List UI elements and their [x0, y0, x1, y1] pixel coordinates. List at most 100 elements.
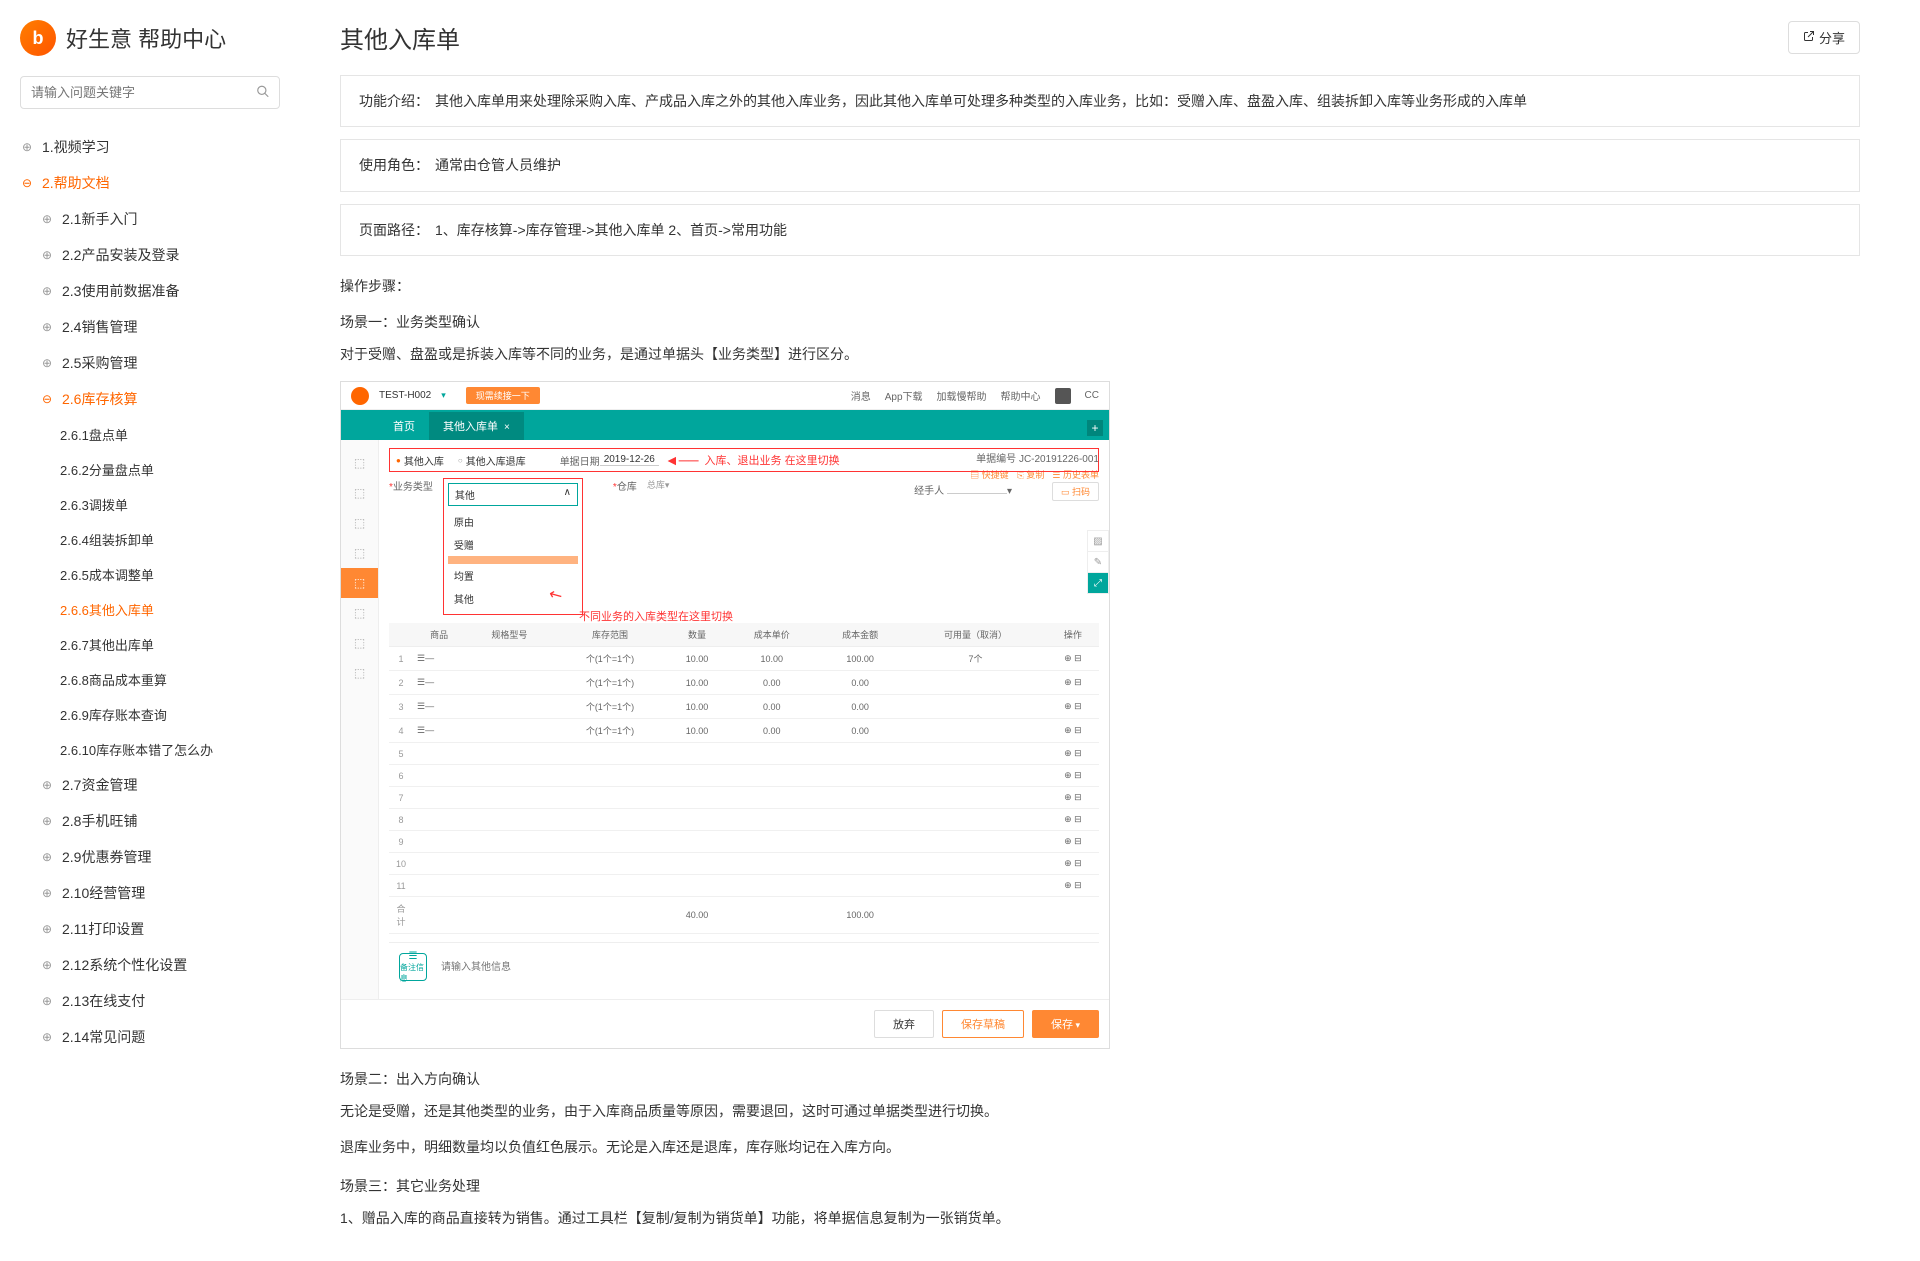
radio-out: 其他入库退库 — [458, 453, 526, 468]
nav-item[interactable]: ⊕2.11打印设置 — [20, 911, 280, 947]
plus-circle-icon: ⊕ — [40, 778, 54, 792]
chevron-down-icon: ▾ — [441, 390, 446, 401]
nav-item[interactable]: 2.6.7其他出库单 — [20, 627, 280, 662]
nav-label: 2.6.6其他入库单 — [60, 600, 154, 619]
content-section: 操作步骤： 场景一：业务类型确认 对于受赠、盘盈或是拆装入库等不同的业务，是通过… — [340, 276, 1860, 1231]
tool-icon-3: ⤢ — [1087, 572, 1109, 594]
share-icon — [1803, 30, 1815, 45]
table-header: 库存范围 — [554, 623, 667, 647]
scene2-p1: 无论是受赠，还是其他类型的业务，由于入库商品质量等原因，需要退回，这时可通过单据… — [340, 1099, 1860, 1124]
dropdown-option: 原由 — [448, 510, 578, 533]
nav-label: 1.视频学习 — [42, 137, 110, 157]
table-header: 数量 — [666, 623, 727, 647]
plus-circle-icon: ⊕ — [40, 284, 54, 298]
search-icon[interactable] — [256, 84, 270, 101]
scan-btn: ▭ 扫码 — [1052, 482, 1099, 501]
nav-item[interactable]: ⊕2.2产品安装及登录 — [20, 237, 280, 273]
nav-item[interactable]: 2.6.2分量盘点单 — [20, 452, 280, 487]
info-label: 功能介绍： — [359, 93, 429, 109]
nav-item[interactable]: 2.6.8商品成本重算 — [20, 662, 280, 697]
nav-item[interactable]: ⊖2.6库存核算 — [20, 381, 280, 417]
search-box — [20, 76, 280, 109]
ss-left-nav: ⬚ ⬚ ⬚ ⬚ ⬚ ⬚ ⬚ ⬚ — [341, 440, 379, 999]
plus-circle-icon: ⊕ — [40, 212, 54, 226]
brand-row: b 好生意 帮助中心 — [20, 20, 280, 56]
info-box: 使用角色：通常由仓管人员维护 — [340, 139, 1860, 191]
search-input[interactable] — [20, 76, 280, 109]
nav-item[interactable]: ⊕2.8手机旺铺 — [20, 803, 280, 839]
nav-item[interactable]: 2.6.4组装拆卸单 — [20, 522, 280, 557]
title-row: 其他入库单 分享 — [340, 20, 1860, 55]
avatar-icon — [1055, 388, 1071, 404]
table-row: 11⊕ ⊟ — [389, 875, 1099, 897]
nav-icon-4: ⬚ — [341, 538, 378, 568]
ss-annotation-1: 入库、退出业务 在这里切换 — [705, 452, 840, 468]
nav-label: 2.9优惠券管理 — [62, 847, 151, 867]
info-text: 1、库存核算->库存管理->其他入库单 2、首页->常用功能 — [435, 222, 787, 238]
tool-icon-1: ▨ — [1087, 530, 1109, 552]
table-row: 6⊕ ⊟ — [389, 765, 1099, 787]
nav-label: 2.6.2分量盘点单 — [60, 460, 154, 479]
ops-heading: 操作步骤： — [340, 276, 1860, 296]
nav-label: 2.10经营管理 — [62, 883, 145, 903]
table-header: 操作 — [1047, 623, 1099, 647]
nav-item[interactable]: ⊕2.13在线支付 — [20, 983, 280, 1019]
nav-label: 2.6.8商品成本重算 — [60, 670, 167, 689]
nav-item[interactable]: ⊕2.12系统个性化设置 — [20, 947, 280, 983]
nav-item[interactable]: ⊕ 2.9优惠券管理 — [20, 839, 280, 875]
table-header: 规格型号 — [465, 623, 553, 647]
nav-item[interactable]: ⊕2.5采购管理 — [20, 345, 280, 381]
ss-top-right: 消息 App下载 加载慢帮助 帮助中心 CC — [851, 388, 1099, 404]
dropdown-option: 受赠 — [448, 533, 578, 556]
nav-label: 2.7资金管理 — [62, 775, 137, 795]
ss-link-app: App下载 — [885, 388, 923, 403]
table-header: 成本单价 — [728, 623, 816, 647]
table-row: 2☰—个(1个=1个)10.000.000.00⊕ ⊟ — [389, 671, 1099, 695]
nav-item[interactable]: ⊕2.4销售管理 — [20, 309, 280, 345]
plus-circle-icon: ⊕ — [40, 994, 54, 1008]
embedded-screenshot: TEST-H002 ▾ 现需续接一下 消息 App下载 加载慢帮助 帮助中心 C… — [340, 381, 1110, 1049]
nav-item[interactable]: 2.6.5成本调整单 — [20, 557, 280, 592]
nav-icon-active: ⬚ — [341, 568, 378, 598]
nav-item[interactable]: 2.6.9库存账本查询 — [20, 697, 280, 732]
ss-link-slow: 加载慢帮助 — [937, 388, 987, 403]
nav-label: 2.4销售管理 — [62, 317, 137, 337]
nav-label: 2.3使用前数据准备 — [62, 281, 179, 301]
nav-item[interactable]: ⊕ 2.7资金管理 — [20, 767, 280, 803]
table-row: 9⊕ ⊟ — [389, 831, 1099, 853]
table-row: 5⊕ ⊟ — [389, 743, 1099, 765]
nav-item[interactable]: 2.6.10库存账本错了怎么办 — [20, 732, 280, 767]
nav-item[interactable]: 2.6.6其他入库单 — [20, 592, 280, 627]
ss-table: 商品规格型号库存范围数量成本单价成本金额可用量（取消）操作 1☰—个(1个=1个… — [389, 623, 1099, 934]
plus-circle-icon: ⊕ — [40, 356, 54, 370]
info-box: 页面路径：1、库存核算->库存管理->其他入库单 2、首页->常用功能 — [340, 204, 1860, 256]
ss-topbar: TEST-H002 ▾ 现需续接一下 消息 App下载 加载慢帮助 帮助中心 C… — [341, 382, 1109, 410]
nav-item[interactable]: ⊕ 1.视频学习 — [20, 129, 280, 165]
plus-circle-icon: ⊕ — [40, 850, 54, 864]
nav-item[interactable]: ⊖2.帮助文档 — [20, 165, 280, 201]
plus-circle-icon: ⊕ — [20, 140, 34, 154]
ss-annotation-2: 不同业务的入库类型在这里切换 — [579, 608, 733, 624]
dropdown-option: 均置 — [448, 564, 578, 587]
main-content: 其他入库单 分享 功能介绍：其他入库单用来处理除采购入库、产成品入库之外的其他入… — [300, 0, 1920, 1261]
info-box: 功能介绍：其他入库单用来处理除采购入库、产成品入库之外的其他入库业务，因此其他入… — [340, 75, 1860, 127]
ss-tab-home: 首页 — [379, 412, 429, 440]
nav-label: 2.1新手入门 — [62, 209, 137, 229]
ss-form-row: *业务类型 其他∧ 原由受赠均置其他 *仓库 总库▾ 经手人 ▾ ▭ 扫码 — [389, 478, 1099, 615]
scene2-p2: 退库业务中，明细数量均以负值红色展示。无论是入库还是退库，库存账均记在入库方向。 — [340, 1135, 1860, 1160]
btn-save-draft: 保存草稿 — [942, 1010, 1024, 1038]
chevron-icon: ∧ — [564, 487, 571, 502]
nav-item[interactable]: ⊕ 2.1新手入门 — [20, 201, 280, 237]
nav-item[interactable]: ⊕2.10经营管理 — [20, 875, 280, 911]
nav-item[interactable]: ⊕2.14常见问题 — [20, 1019, 280, 1055]
btn-save: 保存 — [1032, 1010, 1099, 1038]
nav-label: 2.8手机旺铺 — [62, 811, 137, 831]
nav-item[interactable]: ⊕ 2.3使用前数据准备 — [20, 273, 280, 309]
minus-circle-icon: ⊖ — [40, 392, 54, 406]
nav-item[interactable]: 2.6.3调拨单 — [20, 487, 280, 522]
ss-right-icons: ▨ ✎ ⤢ — [1087, 530, 1109, 593]
nav-item[interactable]: 2.6.1盘点单 — [20, 417, 280, 452]
share-button[interactable]: 分享 — [1788, 21, 1860, 54]
scene3-p1: 1、赠品入库的商品直接转为销售。通过工具栏【复制/复制为销货单】功能，将单据信息… — [340, 1206, 1860, 1231]
plus-circle-icon: ⊕ — [40, 1030, 54, 1044]
